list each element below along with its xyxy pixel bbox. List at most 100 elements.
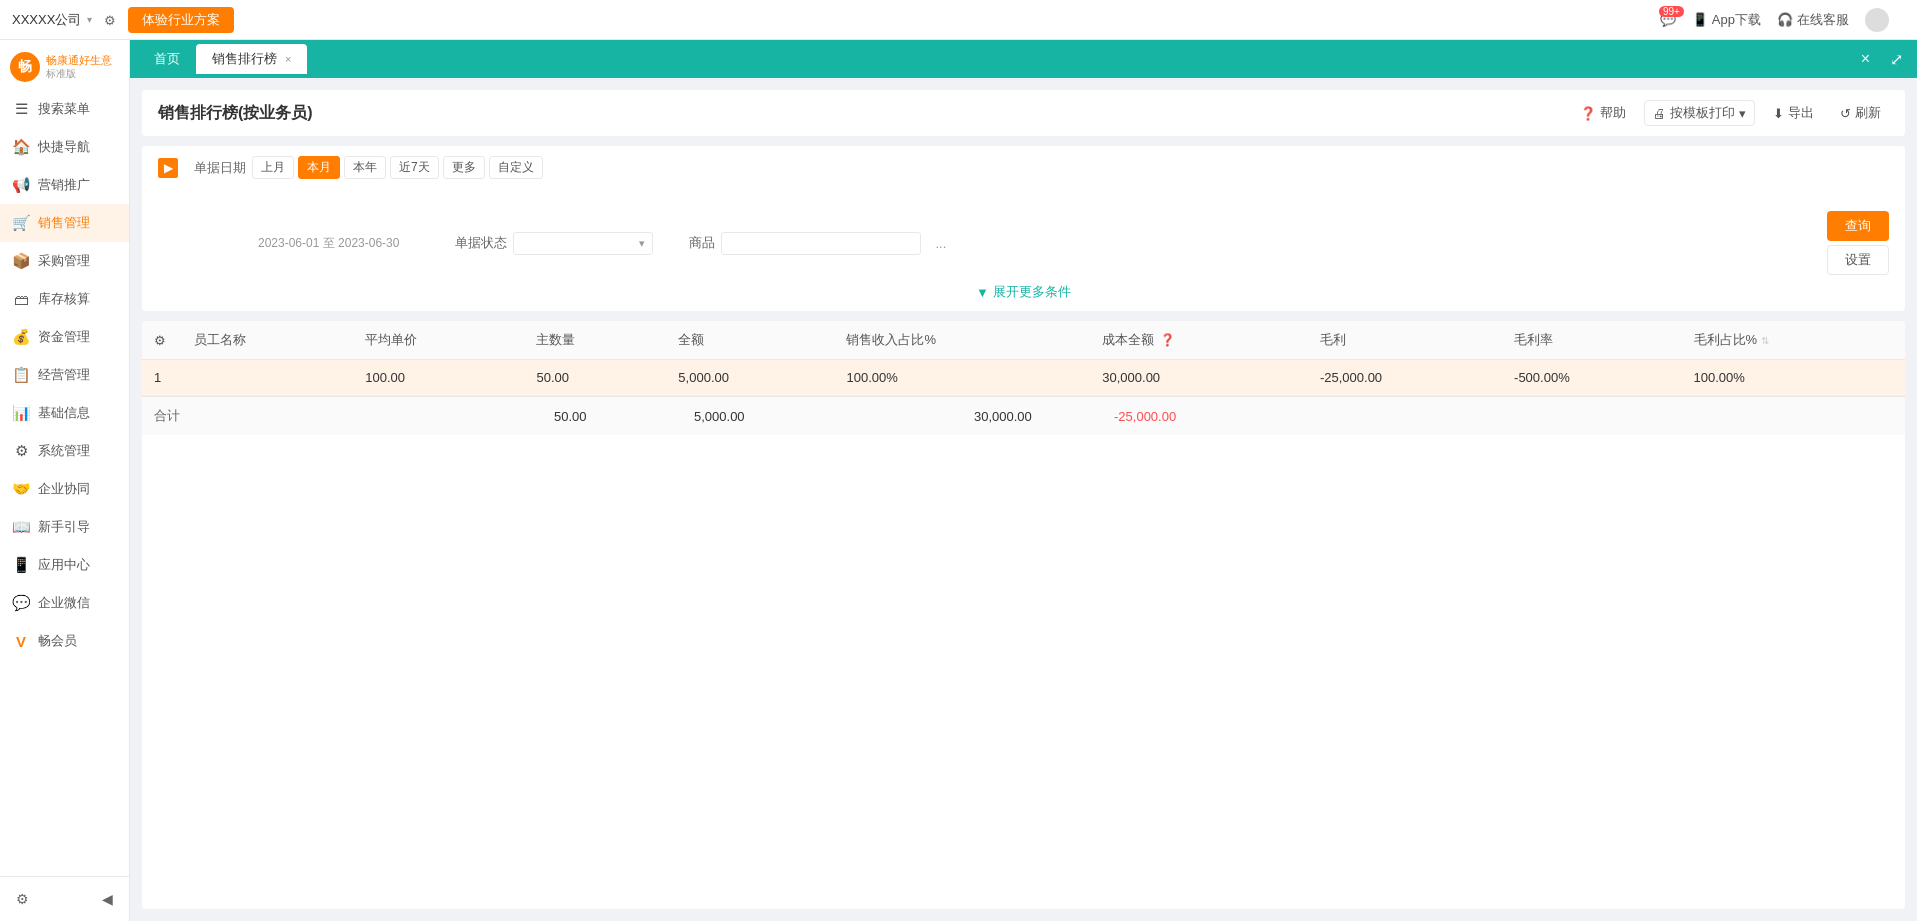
sidebar-label-base: 基础信息 xyxy=(38,404,90,422)
tab-bar: 首页 销售排行榜 × × ⤢ xyxy=(130,40,1917,78)
print-button[interactable]: 🖨 按模板打印 ▾ xyxy=(1644,100,1755,126)
sidebar: 畅 畅康通好生意 标准版 ☰ 搜索菜单 🏠 快捷导航 📢 营销推广 🛒 销售管理… xyxy=(0,40,130,921)
th-sales-pct: 销售收入占比% xyxy=(834,321,1090,360)
sidebar-label-system: 系统管理 xyxy=(38,442,90,460)
sidebar-collapse-button[interactable]: ◀ xyxy=(98,887,117,911)
wechat-icon: 💬 xyxy=(12,594,30,612)
table-container: ⚙ 员工名称 平均单价 主数量 全额 销售收入占比% 成本全额 ❓ 毛利 毛利率 xyxy=(142,321,1905,909)
footer-main-qty: 50.00 xyxy=(554,409,634,424)
sidebar-item-vip[interactable]: V 畅会员 xyxy=(0,622,129,660)
th-gross-pct: 毛利占比% ⇅ xyxy=(1682,321,1905,360)
top-bar-right: 💬 99+ 📱 App下载 🎧 在线客服 xyxy=(1660,8,1905,32)
message-button[interactable]: 💬 99+ xyxy=(1660,12,1676,27)
table-footer: 合计 50.00 5,000.00 30,000.00 -25,000.00 xyxy=(142,396,1905,435)
table-header-row: ⚙ 员工名称 平均单价 主数量 全额 销售收入占比% 成本全额 ❓ 毛利 毛利率 xyxy=(142,321,1905,360)
sidebar-item-marketing[interactable]: 📢 营销推广 xyxy=(0,166,129,204)
print-label: 按模板打印 xyxy=(1670,104,1735,122)
th-settings[interactable]: ⚙ xyxy=(142,321,182,360)
operations-icon: 📋 xyxy=(12,366,30,384)
export-button[interactable]: ⬇ 导出 xyxy=(1765,100,1822,126)
print-chevron-icon: ▾ xyxy=(1739,106,1746,121)
expand-more-button[interactable]: ▼ 展开更多条件 xyxy=(976,283,1071,301)
company-selector[interactable]: XXXXX公司 ▾ xyxy=(12,11,92,29)
date-buttons: 上月 本月 本年 近7天 更多 自定义 xyxy=(252,156,543,179)
online-service-button[interactable]: 🎧 在线客服 xyxy=(1777,11,1849,29)
status-select[interactable] xyxy=(513,232,653,255)
base-icon: 📊 xyxy=(12,404,30,422)
query-button[interactable]: 查询 xyxy=(1827,211,1889,241)
cell-main-qty: 50.00 xyxy=(524,360,666,396)
avatar[interactable] xyxy=(1865,8,1889,32)
help-button[interactable]: ❓ 帮助 xyxy=(1572,100,1634,126)
logo-sub-text: 标准版 xyxy=(46,67,112,81)
expand-filters-button[interactable]: ▶ xyxy=(158,158,178,178)
sidebar-item-enterprise[interactable]: 🤝 企业协同 xyxy=(0,470,129,508)
footer-cost-amount: 30,000.00 xyxy=(974,409,1054,424)
vip-icon: V xyxy=(12,633,30,650)
sidebar-item-sales[interactable]: 🛒 销售管理 xyxy=(0,204,129,242)
sidebar-item-wechat[interactable]: 💬 企业微信 xyxy=(0,584,129,622)
sidebar-label-search: 搜索菜单 xyxy=(38,100,90,118)
cell-gross-profit: -25,000.00 xyxy=(1308,360,1502,396)
prev-month-button[interactable]: 上月 xyxy=(252,156,294,179)
sidebar-item-apps[interactable]: 📱 应用中心 xyxy=(0,546,129,584)
goods-label: 商品 xyxy=(689,234,715,252)
total-label: 合计 xyxy=(154,408,180,423)
sidebar-label-operations: 经营管理 xyxy=(38,366,90,384)
sidebar-settings-button[interactable]: ⚙ xyxy=(12,887,33,911)
gear-icon: ⚙ xyxy=(104,13,116,28)
cell-cost-amount: 30,000.00 xyxy=(1090,360,1308,396)
sidebar-item-base[interactable]: 📊 基础信息 xyxy=(0,394,129,432)
date-range-display: 2023-06-01 至 2023-06-30 xyxy=(258,236,399,250)
cost-help-icon[interactable]: ❓ xyxy=(1160,333,1175,347)
sidebar-item-guide[interactable]: 📖 新手引导 xyxy=(0,508,129,546)
sidebar-item-inventory[interactable]: 🗃 库存核算 xyxy=(0,280,129,318)
window-expand-button[interactable]: ⤢ xyxy=(1884,48,1909,71)
sidebar-item-search[interactable]: ☰ 搜索菜单 xyxy=(0,90,129,128)
goods-more-button[interactable]: ... xyxy=(927,234,954,253)
help-icon: ❓ xyxy=(1580,106,1596,121)
sidebar-label-apps: 应用中心 xyxy=(38,556,90,574)
logo-text-area: 畅康通好生意 标准版 xyxy=(46,53,112,81)
table-settings-button[interactable]: 设置 xyxy=(1827,245,1889,275)
custom-date-button[interactable]: 自定义 xyxy=(489,156,543,179)
this-month-button[interactable]: 本月 xyxy=(298,156,340,179)
sidebar-item-purchase[interactable]: 📦 采购管理 xyxy=(0,242,129,280)
footer-amount: 5,000.00 xyxy=(694,409,774,424)
page-actions: ❓ 帮助 🖨 按模板打印 ▾ ⬇ 导出 ↺ 刷新 xyxy=(1572,100,1889,126)
window-close-button[interactable]: × xyxy=(1855,48,1876,70)
tab-sales-ranking[interactable]: 销售排行榜 × xyxy=(196,44,307,74)
settings-gear-button[interactable]: ⚙ xyxy=(100,8,120,32)
logo-icon: 畅 xyxy=(10,52,40,82)
tab-sales-label: 销售排行榜 xyxy=(212,50,277,68)
footer-label: 合计 xyxy=(154,407,354,425)
inventory-icon: 🗃 xyxy=(12,291,30,308)
trial-plan-button[interactable]: 体验行业方案 xyxy=(128,7,234,33)
sidebar-label-inventory: 库存核算 xyxy=(38,290,90,308)
sidebar-item-operations[interactable]: 📋 经营管理 xyxy=(0,356,129,394)
page-content: 销售排行榜(按业务员) ❓ 帮助 🖨 按模板打印 ▾ ⬇ 导出 xyxy=(130,78,1917,921)
th-avg-price: 平均单价 xyxy=(353,321,524,360)
cell-gross-margin: -500.00% xyxy=(1502,360,1681,396)
sales-icon: 🛒 xyxy=(12,214,30,232)
goods-input[interactable] xyxy=(721,232,921,255)
sidebar-item-system[interactable]: ⚙ 系统管理 xyxy=(0,432,129,470)
app-download-button[interactable]: 📱 App下载 xyxy=(1692,11,1761,29)
this-year-button[interactable]: 本年 xyxy=(344,156,386,179)
refresh-button[interactable]: ↺ 刷新 xyxy=(1832,100,1889,126)
sidebar-label-marketing: 营销推广 xyxy=(38,176,90,194)
export-label: 导出 xyxy=(1788,104,1814,122)
last7days-button[interactable]: 近7天 xyxy=(390,156,439,179)
help-label: 帮助 xyxy=(1600,104,1626,122)
more-date-button[interactable]: 更多 xyxy=(443,156,485,179)
goods-filter: 商品 ... xyxy=(689,232,954,255)
tab-home[interactable]: 首页 xyxy=(138,44,196,74)
sidebar-item-quick-nav[interactable]: 🏠 快捷导航 xyxy=(0,128,129,166)
tab-close-icon[interactable]: × xyxy=(285,53,291,65)
app-download-label: App下载 xyxy=(1712,11,1761,29)
sidebar-label-enterprise: 企业协同 xyxy=(38,480,90,498)
table-row: 1 100.00 50.00 5,000.00 100.00% 30,000.0… xyxy=(142,360,1905,396)
cell-name xyxy=(182,360,353,396)
sidebar-item-finance[interactable]: 💰 资金管理 xyxy=(0,318,129,356)
gross-pct-sort-icon[interactable]: ⇅ xyxy=(1761,335,1769,346)
